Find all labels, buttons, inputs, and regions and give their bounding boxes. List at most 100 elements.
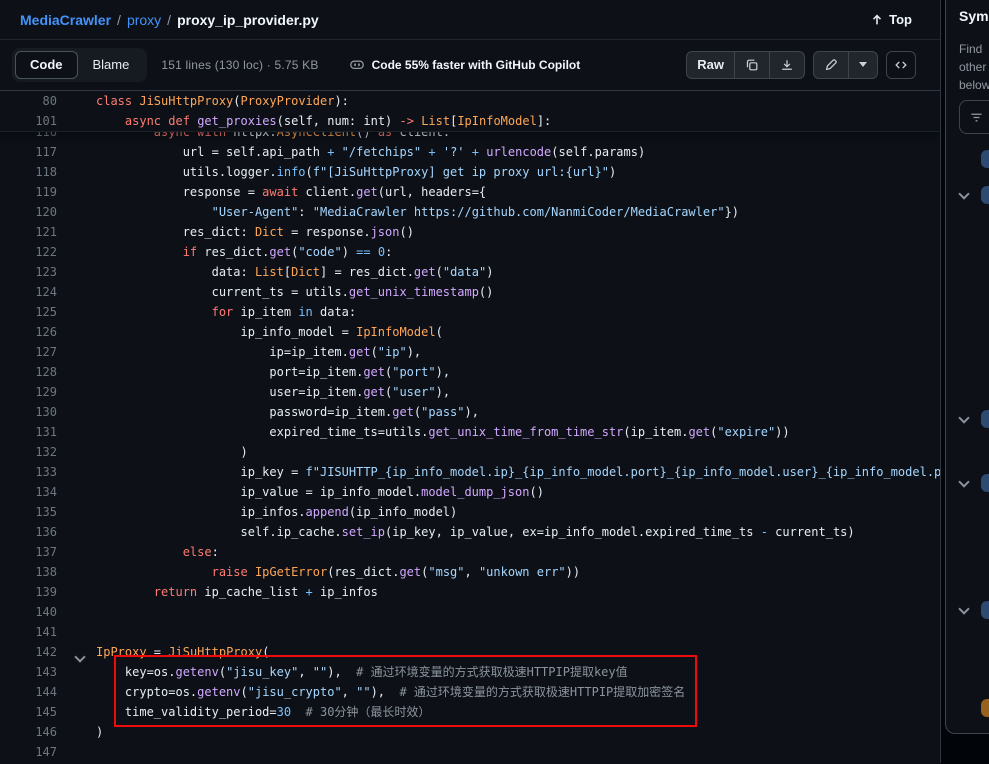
line-number[interactable]: 143 [0,662,88,682]
edit-button[interactable] [814,52,849,78]
code-line: 118 utils.logger.info(f"[JiSuHttpProxy] … [0,162,940,182]
tab-blame[interactable]: Blame [78,51,145,79]
code-text: ip_info_model = IpInfoModel( [88,322,940,342]
file-toolbar: Code Blame 151 lines (130 loc) · 5.75 KB… [0,40,940,89]
chevron-down-icon[interactable] [958,412,969,423]
symbol-list-item[interactable] [946,474,989,492]
raw-button[interactable]: Raw [687,52,735,78]
symbols-description-line: Find [959,40,989,58]
line-number[interactable]: 147 [0,742,88,762]
line-number[interactable]: 139 [0,582,88,602]
line-number[interactable]: 117 [0,142,88,162]
line-number[interactable]: 135 [0,502,88,522]
line-number[interactable]: 136 [0,522,88,542]
line-number[interactable]: 131 [0,422,88,442]
code-line: 124 current_ts = utils.get_unix_timestam… [0,282,940,302]
symbol-list-item[interactable] [946,150,989,168]
line-number[interactable]: 141 [0,622,88,642]
line-number[interactable]: 132 [0,442,88,462]
line-number[interactable]: 118 [0,162,88,182]
symbol-pill[interactable] [981,410,989,428]
code-text: current_ts = utils.get_unix_timestamp() [88,282,940,302]
line-number[interactable]: 119 [0,182,88,202]
line-number[interactable]: 80 [0,91,88,111]
fold-chevron-icon[interactable] [70,647,84,657]
symbol-list-item[interactable] [946,601,989,619]
code-text: res_dict: Dict = response.json() [88,222,940,242]
symbols-description-line: below [959,76,989,94]
symbol-pill[interactable] [981,474,989,492]
code-line: 132 ) [0,442,940,462]
code-line: 138 raise IpGetError(res_dict.get("msg",… [0,562,940,582]
chevron-down-icon[interactable] [958,476,969,487]
breadcrumb-folder-link[interactable]: proxy [127,12,161,28]
line-number[interactable]: 121 [0,222,88,242]
code-text: ip_infos.append(ip_info_model) [88,502,940,522]
symbols-panel-toggle-button[interactable] [886,51,916,79]
code-panel-icon [894,58,908,72]
line-number[interactable]: 101 [0,111,88,131]
code-text: ) [88,442,940,462]
line-number[interactable]: 128 [0,362,88,382]
line-number[interactable]: 126 [0,322,88,342]
edit-dropdown-button[interactable] [849,52,877,78]
code-text: response = await client.get(url, headers… [88,182,940,202]
code-text: key=os.getenv("jisu_key", ""), # 通过环境变量的… [88,662,940,682]
sticky-scope-lines: 80class JiSuHttpProxy(ProxyProvider):101… [0,91,940,132]
line-number[interactable]: 134 [0,482,88,502]
line-number[interactable]: 145 [0,702,88,722]
line-number[interactable]: 116 [0,132,88,142]
copy-button[interactable] [735,52,770,78]
symbol-list-item[interactable] [946,699,989,717]
download-button[interactable] [770,52,804,78]
code-line: 139 return ip_cache_list + ip_infos [0,582,940,602]
line-number[interactable]: 142 [0,642,88,662]
code-line: 134 ip_value = ip_info_model.model_dump_… [0,482,940,502]
symbol-pill[interactable] [981,699,989,717]
code-line: 145 time_validity_period=30 # 30分钟（最长时效） [0,702,940,722]
code-line: 130 password=ip_item.get("pass"), [0,402,940,422]
code-text [88,742,940,762]
symbols-filter-input[interactable] [959,100,989,134]
line-number[interactable]: 129 [0,382,88,402]
line-number[interactable]: 146 [0,722,88,742]
line-number[interactable]: 127 [0,342,88,362]
code-line: 119 response = await client.get(url, hea… [0,182,940,202]
code-text: url = self.api_path + "/fetchips" + '?' … [88,142,940,162]
line-number[interactable]: 130 [0,402,88,422]
code-line: 121 res_dict: Dict = response.json() [0,222,940,242]
line-number[interactable]: 123 [0,262,88,282]
line-number[interactable]: 125 [0,302,88,322]
tab-code[interactable]: Code [15,51,78,79]
symbol-list-item[interactable] [946,410,989,428]
line-number[interactable]: 133 [0,462,88,482]
line-number[interactable]: 137 [0,542,88,562]
chevron-down-icon[interactable] [958,603,969,614]
symbol-pill[interactable] [981,150,989,168]
symbol-list-item[interactable] [946,186,989,204]
symbol-pill[interactable] [981,186,989,204]
code-line: 146) [0,722,940,742]
symbol-pill[interactable] [981,601,989,619]
symbols-description-line: other [959,58,989,76]
chevron-down-icon[interactable] [958,188,969,199]
file-view-main: MediaCrawler / proxy / proxy_ip_provider… [0,0,941,763]
line-number[interactable]: 120 [0,202,88,222]
line-number[interactable]: 124 [0,282,88,302]
breadcrumb-repo-link[interactable]: MediaCrawler [20,12,111,28]
code-text: class JiSuHttpProxy(ProxyProvider): [88,91,940,111]
copilot-banner[interactable]: Code 55% faster with GitHub Copilot [349,57,581,73]
code-blame-tabs: Code Blame [12,48,147,82]
code-lines: 117 url = self.api_path + "/fetchips" + … [0,142,940,762]
line-number[interactable]: 140 [0,602,88,622]
code-text: raise IpGetError(res_dict.get("msg", "un… [88,562,940,582]
code-text [88,622,940,642]
code-line: 127 ip=ip_item.get("ip"), [0,342,940,362]
line-number[interactable]: 122 [0,242,88,262]
line-number[interactable]: 144 [0,682,88,702]
line-number[interactable]: 138 [0,562,88,582]
back-to-top-button[interactable]: Top [870,12,912,27]
arrow-up-icon [870,13,884,27]
code-line: 135 ip_infos.append(ip_info_model) [0,502,940,522]
caret-down-icon [859,62,867,67]
